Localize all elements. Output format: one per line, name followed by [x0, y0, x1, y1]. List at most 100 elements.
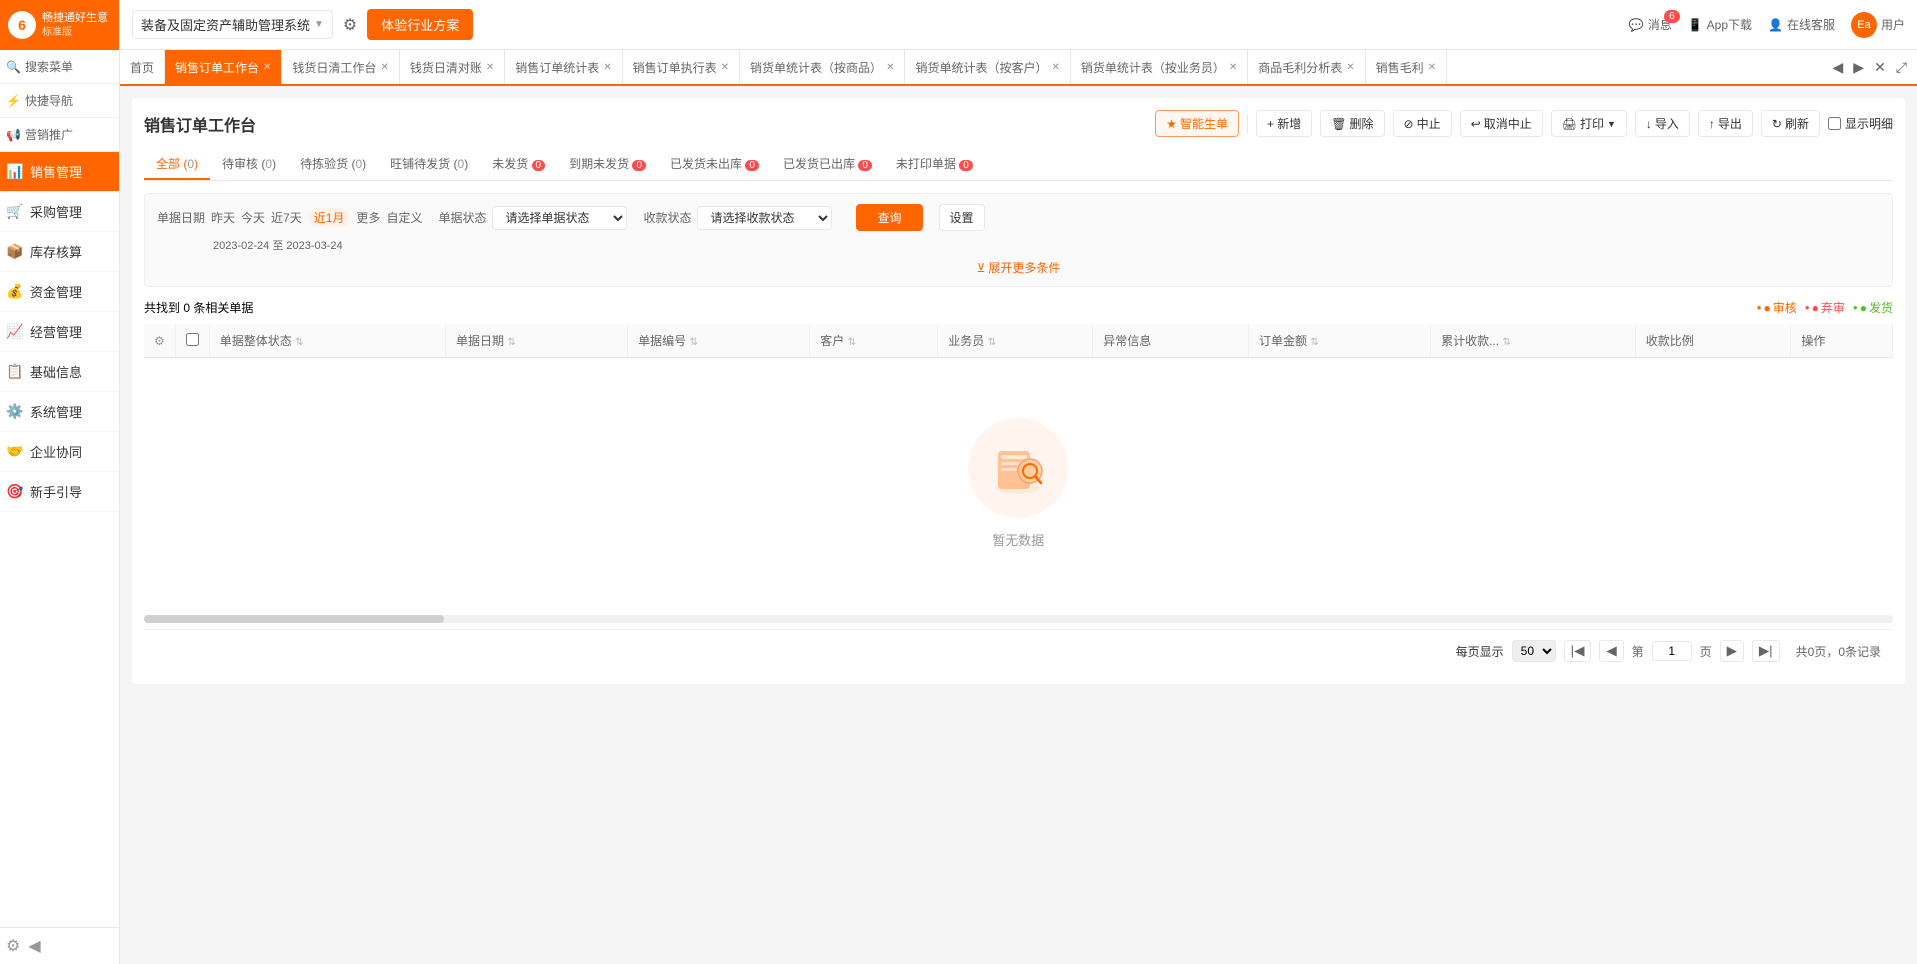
select-all-checkbox[interactable] — [186, 333, 199, 346]
date-more[interactable]: 更多 — [356, 209, 380, 226]
settings-filter-button[interactable]: 设置 — [939, 204, 985, 231]
cancel-pause-button[interactable]: ↩ 取消中止 — [1460, 110, 1543, 137]
subtab-shipped-not-outbound[interactable]: 已发货未出库 0 — [658, 149, 771, 180]
app-download-button[interactable]: 📱 App下载 — [1688, 16, 1752, 33]
subtab-shipped-outbound[interactable]: 已发货已出库 0 — [771, 149, 884, 180]
tab-daily-clear[interactable]: 钱货日清工作台 ✕ — [282, 50, 399, 85]
delete-button[interactable]: 🗑 删除 — [1320, 110, 1384, 137]
tab-close-sales-by-product[interactable]: ✕ — [886, 62, 894, 73]
settings-bottom-icon[interactable]: ⚙ — [6, 936, 20, 956]
batch-deliver-button[interactable]: ● 发货 — [1853, 299, 1893, 316]
first-page-button[interactable]: |◀ — [1564, 640, 1592, 662]
batch-abandon-button[interactable]: ● 弃审 — [1805, 299, 1845, 316]
tab-close-sales-gross[interactable]: ✕ — [1428, 62, 1436, 73]
solution-button[interactable]: 体验行业方案 — [367, 9, 473, 40]
page-size-select[interactable]: 50 — [1512, 640, 1556, 662]
tab-sales-exec[interactable]: 销售订单执行表 ✕ — [623, 50, 740, 85]
payment-select[interactable]: 请选择收款状态 — [697, 206, 832, 230]
show-detail-toggle[interactable]: 显示明细 — [1828, 115, 1893, 132]
import-button[interactable]: ↓ 导入 — [1635, 110, 1690, 137]
system-selector[interactable]: 装备及固定资产辅助管理系统 ▼ — [132, 10, 333, 39]
prev-page-button[interactable]: ◀ — [1599, 640, 1623, 662]
guide-icon: 🎯 — [6, 483, 24, 500]
tab-close-sales-workbench[interactable]: ✕ — [263, 62, 271, 73]
last-page-button[interactable]: ▶| — [1752, 640, 1780, 662]
sidebar-item-purchase[interactable]: 🛒 采购管理 — [0, 192, 119, 232]
date-custom[interactable]: 自定义 — [386, 209, 422, 226]
date-1month[interactable]: 近1月 — [308, 208, 351, 227]
status-select[interactable]: 请选择单据状态 — [492, 206, 627, 230]
tab-home[interactable]: 首页 — [120, 50, 165, 85]
tab-sales-stats[interactable]: 销售订单统计表 ✕ — [505, 50, 622, 85]
print-button[interactable]: 🖨 打印 ▼ — [1551, 110, 1627, 137]
topbar-settings-icon[interactable]: ⚙ — [343, 15, 357, 35]
user-profile[interactable]: Ea 用户 — [1851, 12, 1905, 38]
next-page-button[interactable]: ▶ — [1720, 640, 1744, 662]
search-menu[interactable]: 🔍 搜索菜单 — [0, 50, 119, 84]
tab-sales-workbench[interactable]: 销售订单工作台 ✕ — [165, 50, 282, 85]
tab-close-sales-exec[interactable]: ✕ — [721, 62, 729, 73]
tab-close-sales-by-customer[interactable]: ✕ — [1051, 62, 1059, 73]
export-button[interactable]: ↑ 导出 — [1698, 110, 1753, 137]
tab-sales-by-salesperson[interactable]: 销货单统计表（按业务员） ✕ — [1071, 50, 1248, 85]
add-button[interactable]: + 新增 — [1256, 110, 1312, 137]
scroll-thumb[interactable] — [144, 615, 444, 623]
subtab-pending-pick[interactable]: 待拣验货 (0) — [288, 149, 378, 180]
query-button[interactable]: 查询 — [856, 204, 922, 231]
subtab-all[interactable]: 全部 (0) — [144, 149, 210, 180]
tab-close-sales-by-salesperson[interactable]: ✕ — [1229, 62, 1237, 73]
sidebar-item-collab[interactable]: 🤝 企业协同 — [0, 432, 119, 472]
tab-close-daily-clear[interactable]: ✕ — [380, 62, 388, 73]
subtab-overdue-unshipped[interactable]: 到期未发货 0 — [557, 149, 658, 180]
messages-button[interactable]: 💬 消息 6 — [1629, 16, 1672, 33]
filter-date: 单据日期 昨天 今天 近7天 近1月 更多 自定义 — [157, 208, 422, 227]
sidebar-item-guide[interactable]: 🎯 新手引导 — [0, 472, 119, 512]
batch-audit-button[interactable]: ● 审核 — [1757, 299, 1797, 316]
sidebar-item-system[interactable]: ⚙️ 系统管理 — [0, 392, 119, 432]
tab-scroll-left[interactable]: ◀ — [1829, 57, 1848, 78]
show-detail-checkbox[interactable] — [1828, 117, 1841, 130]
quick-nav[interactable]: ⚡ 快捷导航 — [0, 84, 119, 118]
expand-filter-button[interactable]: ⊻ 展开更多条件 — [977, 259, 1061, 276]
sidebar-item-basic-info[interactable]: 📋 基础信息 — [0, 352, 119, 392]
sidebar-item-sales[interactable]: 📊 销售管理 — [0, 152, 119, 192]
subtab-wangpu-pending[interactable]: 旺铺待发货 (0) — [378, 149, 480, 180]
expand-filter-row: ⊻ 展开更多条件 — [157, 259, 1880, 276]
topbar-right: 💬 消息 6 📱 App下载 👤 在线客服 Ea 用户 — [1629, 12, 1905, 38]
subtab-unshipped[interactable]: 未发货 0 — [480, 149, 557, 180]
sidebar-item-management[interactable]: 📈 经营管理 — [0, 312, 119, 352]
collapse-sidebar-icon[interactable]: ◀ — [28, 936, 40, 956]
management-icon: 📈 — [6, 323, 24, 340]
th-settings[interactable]: ⚙ — [144, 324, 175, 358]
th-checkbox[interactable] — [175, 324, 209, 358]
tab-close-gross-margin[interactable]: ✕ — [1346, 62, 1354, 73]
tab-sales-by-product[interactable]: 销货单统计表（按商品） ✕ — [740, 50, 905, 85]
tab-close-reconcile[interactable]: ✕ — [486, 62, 494, 73]
tab-close-sales-stats[interactable]: ✕ — [603, 62, 611, 73]
online-service-button[interactable]: 👤 在线客服 — [1768, 16, 1835, 33]
tab-maximize[interactable]: ⤢ — [1892, 57, 1911, 78]
date-today[interactable]: 今天 — [241, 209, 265, 226]
tab-gross-margin[interactable]: 商品毛利分析表 ✕ — [1248, 50, 1365, 85]
horizontal-scrollbar[interactable] — [144, 615, 1893, 623]
total-records: 共0页，0条记录 — [1796, 643, 1881, 660]
tab-reconcile[interactable]: 钱货日清对账 ✕ — [400, 50, 505, 85]
date-7days[interactable]: 近7天 — [271, 209, 302, 226]
subtab-pending-review[interactable]: 待审核 (0) — [210, 149, 288, 180]
tab-close-all[interactable]: ✕ — [1870, 57, 1890, 78]
tab-sales-by-customer[interactable]: 销货单统计表（按客户） ✕ — [905, 50, 1070, 85]
smart-generate-button[interactable]: ★ 智能生单 — [1155, 110, 1239, 137]
promo-nav[interactable]: 📢 营销推广 — [0, 118, 119, 152]
refresh-button[interactable]: ↻ 刷新 — [1761, 110, 1820, 137]
tab-scroll-right[interactable]: ▶ — [1849, 57, 1868, 78]
date-yesterday[interactable]: 昨天 — [211, 209, 235, 226]
sidebar-item-inventory[interactable]: 📦 库存核算 — [0, 232, 119, 272]
tab-sales-gross[interactable]: 销售毛利 ✕ — [1366, 50, 1447, 85]
pause-button[interactable]: ⊘ 中止 — [1393, 110, 1452, 137]
th-cumulative-receipt: 累计收款... ⇅ — [1431, 324, 1636, 358]
page-number-input[interactable] — [1652, 641, 1692, 661]
shipped-out-badge: 0 — [858, 160, 872, 171]
subtab-unprinted[interactable]: 未打印单据 0 — [884, 149, 985, 180]
th-customer: 客户 ⇅ — [810, 324, 938, 358]
sidebar-item-finance[interactable]: 💰 资金管理 — [0, 272, 119, 312]
